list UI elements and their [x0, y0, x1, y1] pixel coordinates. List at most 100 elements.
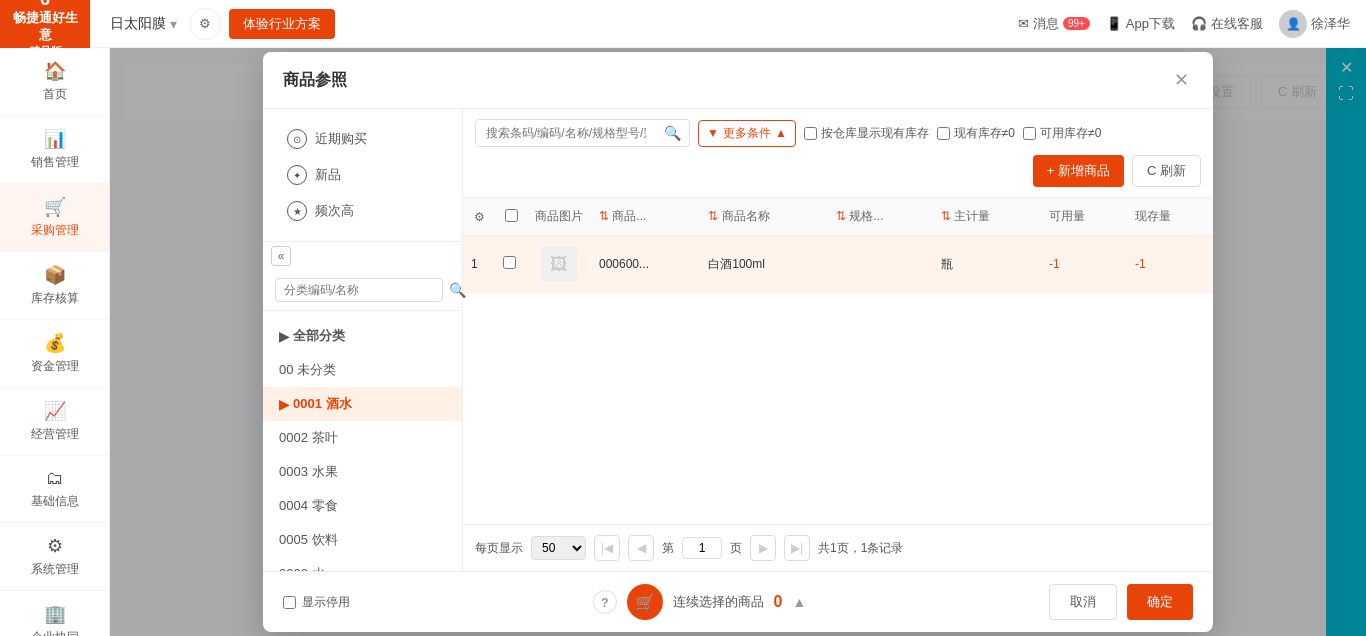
- page-next-button[interactable]: ▶: [750, 535, 776, 561]
- sidebar-item-inventory[interactable]: 📦 库存核算: [0, 252, 109, 320]
- high-freq-icon: ★: [287, 201, 307, 221]
- main-layout: 🏠 首页 📊 销售管理 🛒 采购管理 📦 库存核算 💰 资金管理 📈 经营管理 …: [0, 48, 1366, 636]
- store-dropdown[interactable]: 日太阳膜 ▾: [110, 15, 177, 33]
- sidebar-item-basic-info[interactable]: 🗂 基础信息: [0, 456, 109, 523]
- product-table-wrap: ⚙ 商品图片 ⇅ 商品...: [463, 198, 1213, 524]
- sidebar-item-system-label: 系统管理: [31, 561, 79, 578]
- show-disabled-checkbox[interactable]: 显示停用: [283, 594, 350, 611]
- message-icon: ✉: [1018, 16, 1029, 31]
- show-disabled-input[interactable]: [283, 596, 296, 609]
- collapse-panel-button[interactable]: «: [271, 246, 291, 266]
- cat-all-label: 全部分类: [293, 327, 345, 345]
- sidebar-item-home[interactable]: 🏠 首页: [0, 48, 109, 116]
- operations-icon: 📈: [44, 400, 66, 422]
- quick-recent-buy[interactable]: ⊙ 近期购买: [275, 121, 450, 157]
- right-panel: 🔍 ▼ 更多条件 ▲ 按仓库显示现有库存: [463, 109, 1213, 571]
- checkbox-available-input[interactable]: [1023, 127, 1036, 140]
- user-item[interactable]: 👤 徐泽华: [1279, 10, 1350, 38]
- sidebar-item-finance[interactable]: 💰 资金管理: [0, 320, 109, 388]
- product-dialog: 商品参照 ✕ ⊙ 近期购买: [263, 52, 1213, 632]
- sidebar-item-enterprise-label: 企业协同: [31, 629, 79, 636]
- cat-water[interactable]: 0008 水: [263, 557, 462, 571]
- selected-label: 连续选择的商品: [673, 593, 764, 611]
- row-unit: 瓶: [933, 236, 1041, 293]
- high-freq-label: 频次高: [315, 202, 354, 220]
- sidebar-item-system[interactable]: ⚙ 系统管理: [0, 523, 109, 591]
- category-search-input[interactable]: [275, 278, 443, 302]
- sidebar-item-home-label: 首页: [43, 86, 67, 103]
- checkbox-warehouse-stock[interactable]: 按仓库显示现有库存: [804, 125, 929, 142]
- row-available: -1: [1041, 236, 1127, 293]
- sort-name-icon[interactable]: ⇅: [708, 209, 718, 223]
- more-filter-button[interactable]: ▼ 更多条件 ▲: [698, 120, 796, 147]
- row-num: 1: [463, 236, 495, 293]
- page-first-button[interactable]: |◀: [594, 535, 620, 561]
- brand: 畅捷通好生意 精品版: [8, 10, 82, 58]
- footer-collapse-icon[interactable]: ▲: [793, 594, 807, 610]
- purchase-icon: 🛒: [44, 196, 66, 218]
- online-service-item[interactable]: 🎧 在线客服: [1191, 15, 1263, 33]
- cat-all[interactable]: ▶ 全部分类: [263, 319, 462, 353]
- row-checkbox[interactable]: [503, 256, 516, 269]
- dialog-header: 商品参照 ✕: [263, 52, 1213, 109]
- sidebar-item-inventory-label: 库存核算: [31, 290, 79, 307]
- cat-snack[interactable]: 0004 零食: [263, 489, 462, 523]
- footer-right: 取消 确定: [1049, 584, 1193, 620]
- dialog-close-button[interactable]: ✕: [1169, 68, 1193, 92]
- filter-collapse-icon: ▲: [775, 126, 787, 140]
- table-row[interactable]: 1 🖼 000600... 白酒100ml 瓶: [463, 236, 1213, 293]
- checkbox-warehouse-label: 按仓库显示现有库存: [821, 125, 929, 142]
- search-code-input[interactable]: [476, 121, 656, 145]
- page-prev-button[interactable]: ◀: [628, 535, 654, 561]
- checkbox-current-stock[interactable]: 现有库存≠0: [937, 125, 1015, 142]
- per-page-select[interactable]: 50 100 200: [531, 536, 586, 560]
- toolbar: 🔍 ▼ 更多条件 ▲ 按仓库显示现有库存: [463, 109, 1213, 198]
- quick-high-freq[interactable]: ★ 频次高: [275, 193, 450, 229]
- sidebar-item-enterprise[interactable]: 🏢 企业协同: [0, 591, 109, 636]
- industry-button[interactable]: 体验行业方案: [229, 9, 335, 39]
- sort-unit-icon[interactable]: ⇅: [941, 209, 951, 223]
- col-image-header: 商品图片: [527, 198, 591, 236]
- sidebar-item-operations[interactable]: 📈 经营管理: [0, 388, 109, 456]
- search-code-field: 🔍: [475, 119, 690, 147]
- page-suffix-label: 页: [730, 540, 742, 557]
- cat-beverage[interactable]: 0005 饮料: [263, 523, 462, 557]
- cat-all-arrow: ▶: [279, 329, 289, 344]
- cat-tea[interactable]: 0002 茶叶: [263, 421, 462, 455]
- sort-spec-icon[interactable]: ⇅: [836, 209, 846, 223]
- new-product-icon: ✦: [287, 165, 307, 185]
- col-spec-header: ⇅ 规格...: [828, 198, 933, 236]
- cat-unclassified[interactable]: 00 未分类: [263, 353, 462, 387]
- refresh-button[interactable]: C 刷新: [1132, 155, 1201, 187]
- select-all-checkbox[interactable]: [505, 209, 518, 222]
- cancel-button[interactable]: 取消: [1049, 584, 1117, 620]
- system-icon: ⚙: [47, 535, 63, 557]
- checkbox-available-stock[interactable]: 可用库存≠0: [1023, 125, 1101, 142]
- help-button[interactable]: ?: [593, 590, 617, 614]
- add-product-button[interactable]: + 新增商品: [1033, 155, 1124, 187]
- topbar-actions: ⚙ 体验行业方案: [189, 8, 335, 40]
- page-number-input[interactable]: [682, 537, 722, 559]
- messages-item[interactable]: ✉ 消息 99+: [1018, 15, 1090, 33]
- checkbox-current-input[interactable]: [937, 127, 950, 140]
- checkbox-warehouse-input[interactable]: [804, 127, 817, 140]
- cat-liquor[interactable]: ▶ 0001 酒水: [263, 387, 462, 421]
- headset-icon: 🎧: [1191, 16, 1207, 31]
- cat-beverage-label: 0005 饮料: [279, 531, 338, 549]
- quick-new-product[interactable]: ✦ 新品: [275, 157, 450, 193]
- search-code-button[interactable]: 🔍: [656, 120, 689, 146]
- cat-fruit[interactable]: 0003 水果: [263, 455, 462, 489]
- row-name: 白酒100ml: [700, 236, 828, 293]
- sidebar-item-sales[interactable]: 📊 销售管理: [0, 116, 109, 184]
- cart-button[interactable]: 🛒: [627, 584, 663, 620]
- dialog-footer: 显示停用 ? 🛒 连续选择的商品 0 ▲ 取消 确定: [263, 571, 1213, 632]
- confirm-button[interactable]: 确定: [1127, 584, 1193, 620]
- sidebar-item-purchase[interactable]: 🛒 采购管理: [0, 184, 109, 252]
- settings-icon[interactable]: ⚙: [189, 8, 221, 40]
- app-download-item[interactable]: 📱 App下载: [1106, 15, 1175, 33]
- row-stock: -1: [1127, 236, 1213, 293]
- product-table-body: 1 🖼 000600... 白酒100ml 瓶: [463, 236, 1213, 293]
- page-last-button[interactable]: ▶|: [784, 535, 810, 561]
- checkbox-available-label: 可用库存≠0: [1040, 125, 1101, 142]
- sort-code-icon[interactable]: ⇅: [599, 209, 609, 223]
